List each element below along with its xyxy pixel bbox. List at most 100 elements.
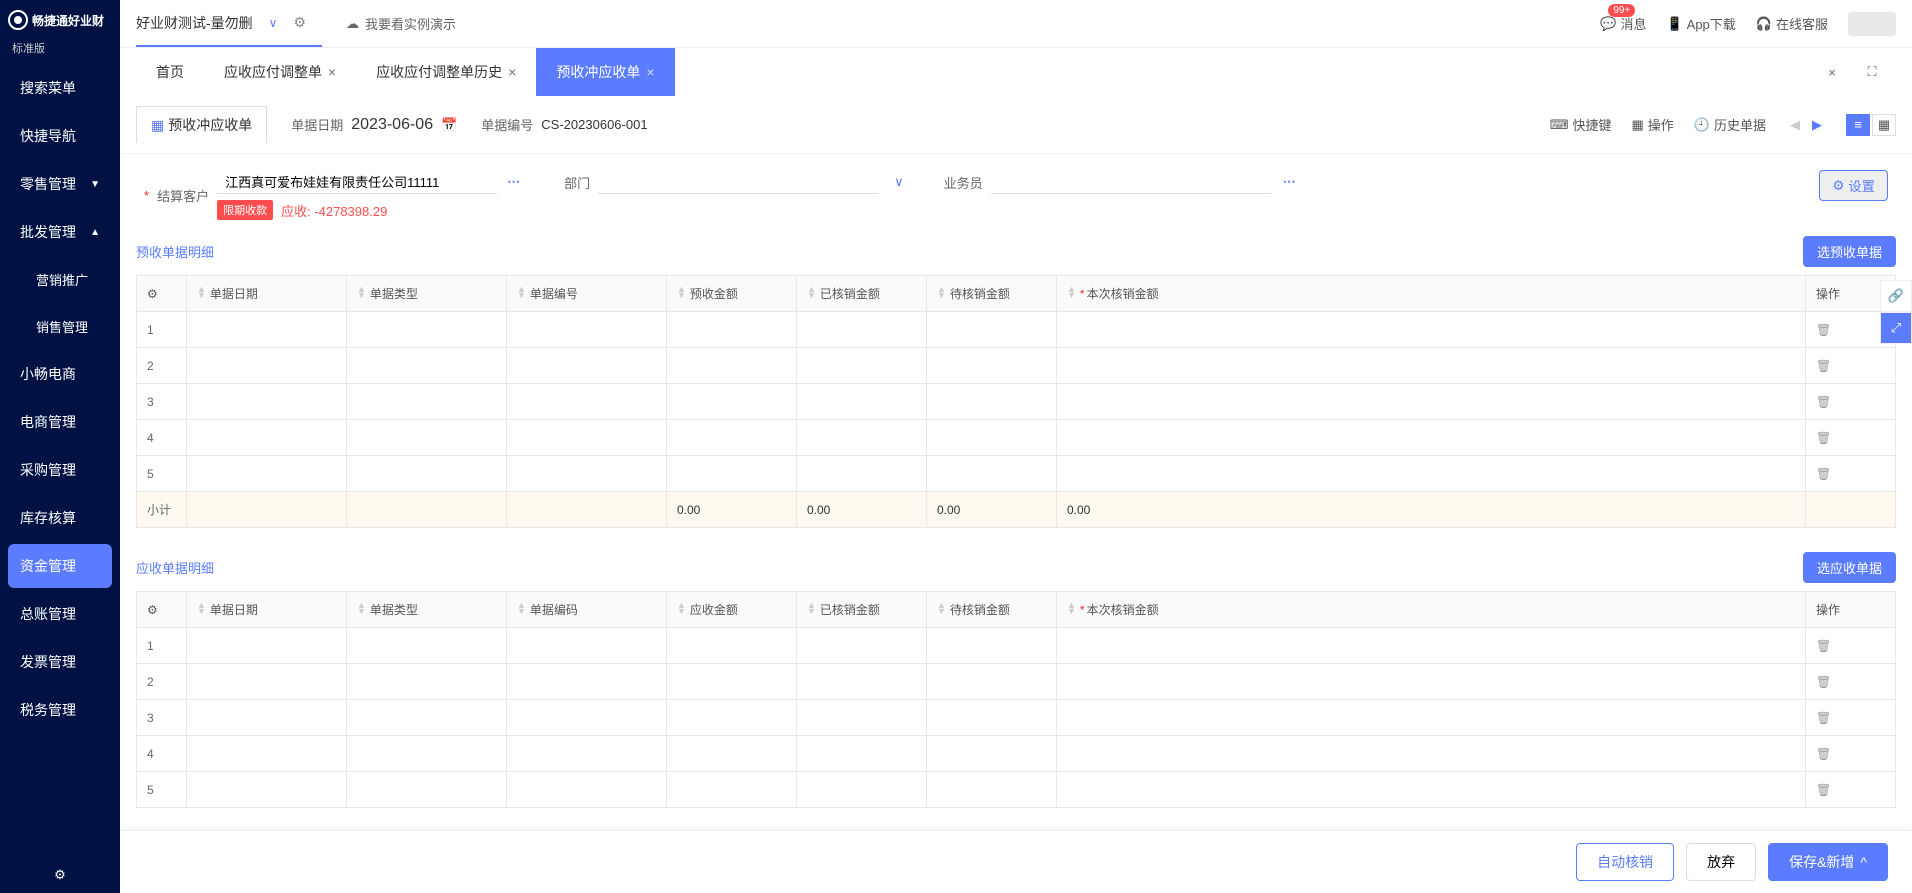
col-code[interactable]: ▲▼单据编号 [507, 276, 667, 312]
sales-input[interactable] [991, 170, 1271, 194]
workspace-name: 好业财测试-量勿删 [136, 13, 253, 33]
nav-wholesale[interactable]: 批发管理▲ [0, 208, 120, 256]
nav-tax[interactable]: 税务管理 [0, 686, 120, 734]
delete-icon[interactable]: 🗑 [1816, 395, 1831, 409]
table-row[interactable]: 5🗑 [137, 456, 1896, 492]
close-all-button[interactable]: × [1816, 56, 1848, 88]
close-icon[interactable]: × [328, 64, 336, 80]
col-date[interactable]: ▲▼单据日期 [187, 276, 347, 312]
nav-ecommerce2[interactable]: 电商管理 [0, 398, 120, 446]
nav-menu: 搜索菜单 快捷导航 零售管理▼ 批发管理▲ 营销推广 销售管理 小畅电商 电商管… [0, 64, 120, 857]
col-this-writeoff[interactable]: ▲▼*本次核销金额 [1057, 592, 1806, 628]
col-action: 操作 [1806, 592, 1896, 628]
table-row[interactable]: 3🗑 [137, 700, 1896, 736]
table-row[interactable]: 3🗑 [137, 384, 1896, 420]
subtotal-row: 小计0.000.000.000.00 [137, 492, 1896, 528]
demo-link[interactable]: ☁ 我要看实例演示 [346, 14, 456, 33]
calendar-icon[interactable]: 📅 [441, 117, 457, 133]
card-view-button[interactable]: ▦ [1872, 114, 1896, 136]
chevron-down-icon[interactable]: ∨ [894, 174, 904, 190]
delete-icon[interactable]: 🗑 [1816, 467, 1831, 481]
select-receivable-button[interactable]: 选应收单据 [1803, 552, 1896, 583]
table-row[interactable]: 4🗑 [137, 736, 1896, 772]
fullscreen-button[interactable]: ⛶ [1856, 56, 1888, 88]
gear-icon[interactable]: ⚙ [147, 287, 158, 301]
col-date[interactable]: ▲▼单据日期 [187, 592, 347, 628]
list-view-button[interactable]: ≡ [1846, 114, 1870, 136]
workspace-selector[interactable]: 好业财测试-量勿删 ∨ ⚙ [136, 13, 322, 47]
select-prepay-button[interactable]: 选预收单据 [1803, 236, 1896, 267]
discard-button[interactable]: 放弃 [1686, 843, 1756, 881]
col-written-off[interactable]: ▲▼已核销金额 [797, 592, 927, 628]
col-receivable-amt[interactable]: ▲▼应收金额 [667, 592, 797, 628]
delete-icon[interactable]: 🗑 [1816, 675, 1831, 689]
tab-prepay-offset[interactable]: 预收冲应收单× [536, 48, 674, 96]
app-download-button[interactable]: 📱 App下载 [1666, 14, 1735, 33]
dept-field: 部门 ∨ [564, 170, 904, 194]
date-value[interactable]: 2023-06-06 [351, 116, 433, 134]
logo-icon [8, 10, 28, 30]
col-code[interactable]: ▲▼单据编码 [507, 592, 667, 628]
gear-icon[interactable]: ⚙ [54, 867, 66, 882]
settings-button[interactable]: ⚙设置 [1819, 170, 1888, 201]
tab-adjustment-history[interactable]: 应收应付调整单历史× [356, 48, 536, 96]
save-new-button[interactable]: 保存&新增^ [1768, 843, 1888, 881]
support-button[interactable]: 🎧 在线客服 [1756, 14, 1828, 33]
nav-invoice[interactable]: 发票管理 [0, 638, 120, 686]
close-icon[interactable]: × [508, 64, 516, 80]
topbar: 好业财测试-量勿删 ∨ ⚙ ☁ 我要看实例演示 99+ 💬 消息 📱 App下载 [120, 0, 1912, 48]
nav-retail[interactable]: 零售管理▼ [0, 160, 120, 208]
shortcut-link[interactable]: ⌨快捷键 [1550, 115, 1612, 134]
delete-icon[interactable]: 🗑 [1816, 783, 1831, 797]
avatar[interactable] [1848, 12, 1896, 36]
table-row[interactable]: 2🗑 [137, 664, 1896, 700]
nav-ledger[interactable]: 总账管理 [0, 590, 120, 638]
table-row[interactable]: 5🗑 [137, 772, 1896, 808]
nav-marketing[interactable]: 营销推广 [0, 256, 120, 303]
gear-icon[interactable]: ⚙ [293, 14, 306, 31]
delete-icon[interactable]: 🗑 [1816, 747, 1831, 761]
delete-icon[interactable]: 🗑 [1816, 639, 1831, 653]
col-this-writeoff[interactable]: ▲▼*本次核销金额 [1057, 276, 1806, 312]
delete-icon[interactable]: 🗑 [1816, 431, 1831, 445]
nav-search[interactable]: 搜索菜单 [0, 64, 120, 112]
lookup-button[interactable]: ⋯ [1279, 174, 1300, 190]
gear-icon[interactable]: ⚙ [147, 603, 158, 617]
col-pending[interactable]: ▲▼待核销金额 [927, 276, 1057, 312]
messages-button[interactable]: 99+ 💬 消息 [1600, 14, 1646, 33]
next-button[interactable]: ▶ [1808, 115, 1826, 135]
close-icon[interactable]: × [646, 64, 654, 80]
history-link[interactable]: 🕘历史单据 [1694, 115, 1766, 134]
table-row[interactable]: 4🗑 [137, 420, 1896, 456]
lookup-button[interactable]: ⋯ [503, 174, 524, 190]
col-written-off[interactable]: ▲▼已核销金额 [797, 276, 927, 312]
prev-button[interactable]: ◀ [1786, 115, 1804, 135]
nav-quick[interactable]: 快捷导航 [0, 112, 120, 160]
tab-home[interactable]: 首页 [136, 48, 204, 96]
edition-label: 标准版 [0, 40, 120, 64]
nav-ecommerce1[interactable]: 小畅电商 [0, 350, 120, 398]
nav-finance[interactable]: 资金管理 [8, 544, 112, 588]
col-prepay-amt[interactable]: ▲▼预收金额 [667, 276, 797, 312]
receivable-text: 应收: -4278398.29 [281, 201, 387, 220]
expand-button[interactable]: ⤢ [1880, 312, 1912, 344]
delete-icon[interactable]: 🗑 [1816, 711, 1831, 725]
nav-purchase[interactable]: 采购管理 [0, 446, 120, 494]
delete-icon[interactable]: 🗑 [1816, 323, 1831, 337]
tab-adjustment[interactable]: 应收应付调整单× [204, 48, 356, 96]
table-row[interactable]: 2🗑 [137, 348, 1896, 384]
col-type[interactable]: ▲▼单据类型 [347, 276, 507, 312]
delete-icon[interactable]: 🗑 [1816, 359, 1831, 373]
nav-sales[interactable]: 销售管理 [0, 303, 120, 350]
dept-input[interactable] [598, 170, 878, 194]
nav-inventory[interactable]: 库存核算 [0, 494, 120, 542]
attachment-button[interactable]: 🔗 [1880, 280, 1912, 312]
col-type[interactable]: ▲▼单据类型 [347, 592, 507, 628]
operations-link[interactable]: ▦操作 [1631, 115, 1673, 134]
table-row[interactable]: 1🗑 [137, 312, 1896, 348]
auto-writeoff-button[interactable]: 自动核销 [1576, 843, 1674, 881]
col-pending[interactable]: ▲▼待核销金额 [927, 592, 1057, 628]
keyboard-icon: ⌨ [1550, 117, 1569, 133]
table-row[interactable]: 1🗑 [137, 628, 1896, 664]
customer-input[interactable] [217, 170, 497, 194]
